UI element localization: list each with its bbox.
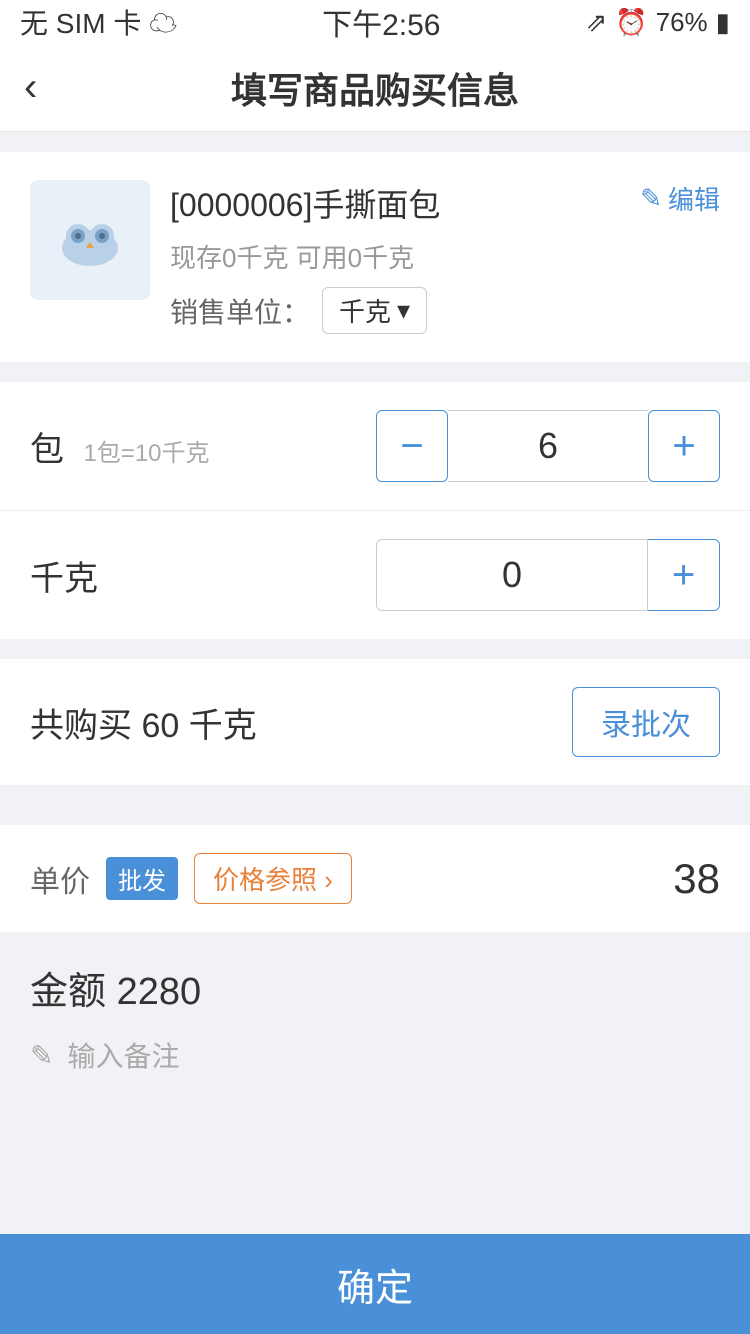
edit-icon: ✎ <box>640 183 662 214</box>
summary-text: 共购买 60 千克 <box>30 698 257 747</box>
page-title: 填写商品购买信息 <box>231 62 519 114</box>
kg-row: 千克 + <box>0 511 750 639</box>
kg-controls: + <box>376 539 720 611</box>
bag-sublabel: 1包=10千克 <box>83 440 209 467</box>
sim-status: 无 SIM 卡 ☁ <box>20 2 177 42</box>
product-name: [0000006]手撕面包 <box>170 180 720 226</box>
bag-input[interactable] <box>448 410 648 482</box>
unit-select[interactable]: 千克 ▾ <box>322 287 427 334</box>
price-tag: 批发 <box>106 857 178 900</box>
product-card: [0000006]手撕面包 现存0千克 可用0千克 销售单位： 千克 ▾ ✎ 编… <box>0 152 750 362</box>
remark-row[interactable]: ✎ 输入备注 <box>30 1035 720 1075</box>
section-separator <box>0 362 750 382</box>
edit-remark-icon: ✎ <box>30 1039 53 1072</box>
product-unit-row: 销售单位： 千克 ▾ <box>170 287 720 334</box>
price-reference-button[interactable]: 价格参照 › <box>194 853 352 904</box>
price-value: 38 <box>673 855 720 903</box>
section-separator-2 <box>0 639 750 659</box>
input-section: 包 1包=10千克 − + 千克 + <box>0 382 750 639</box>
edit-button[interactable]: ✎ 编辑 <box>640 180 720 217</box>
bottom-spacer <box>0 1095 750 1195</box>
amount-label: 金额 <box>30 971 106 1013</box>
unit-label: 销售单位： <box>170 291 310 331</box>
bag-minus-button[interactable]: − <box>376 410 448 482</box>
price-label: 单价 <box>30 857 90 901</box>
location-icon: ⇗ <box>585 7 607 38</box>
kg-label: 千克 <box>30 551 376 600</box>
remark-label: 输入备注 <box>67 1035 179 1075</box>
amount-row: 金额 2280 <box>30 960 720 1015</box>
status-right: ⇗ ⏰ 76% ▮ <box>585 7 730 38</box>
alarm-icon: ⏰ <box>615 7 647 38</box>
nav-bar: ‹ 填写商品购买信息 <box>0 44 750 132</box>
amount-section: 金额 2280 ✎ 输入备注 <box>0 932 750 1095</box>
summary-row: 共购买 60 千克 录批次 <box>0 659 750 785</box>
bag-label: 包 1包=10千克 <box>30 422 376 471</box>
kg-plus-button[interactable]: + <box>648 539 720 611</box>
product-info: [0000006]手撕面包 现存0千克 可用0千克 销售单位： 千克 ▾ <box>170 180 720 334</box>
battery-status: 76% <box>656 7 708 38</box>
back-button[interactable]: ‹ <box>24 65 37 110</box>
product-stock: 现存0千克 可用0千克 <box>170 238 720 275</box>
bag-row: 包 1包=10千克 − + <box>0 382 750 511</box>
status-left: 无 SIM 卡 ☁ <box>20 2 177 42</box>
price-row: 单价 批发 价格参照 › 38 <box>30 853 720 904</box>
status-time: 下午2:56 <box>322 0 440 44</box>
confirm-button[interactable]: 确定 <box>0 1234 750 1334</box>
confirm-label: 确定 <box>337 1257 413 1312</box>
batch-button[interactable]: 录批次 <box>572 687 720 757</box>
amount-value: 2280 <box>117 971 202 1013</box>
chevron-down-icon: ▾ <box>397 295 410 326</box>
section-separator-3 <box>0 785 750 805</box>
product-image <box>30 180 150 300</box>
bag-controls: − + <box>376 410 720 482</box>
battery-icon: ▮ <box>716 7 730 38</box>
bag-plus-button[interactable]: + <box>648 410 720 482</box>
price-section: 单价 批发 价格参照 › 38 <box>0 825 750 932</box>
status-bar: 无 SIM 卡 ☁ 下午2:56 ⇗ ⏰ 76% ▮ <box>0 0 750 44</box>
kg-input[interactable] <box>376 539 648 611</box>
